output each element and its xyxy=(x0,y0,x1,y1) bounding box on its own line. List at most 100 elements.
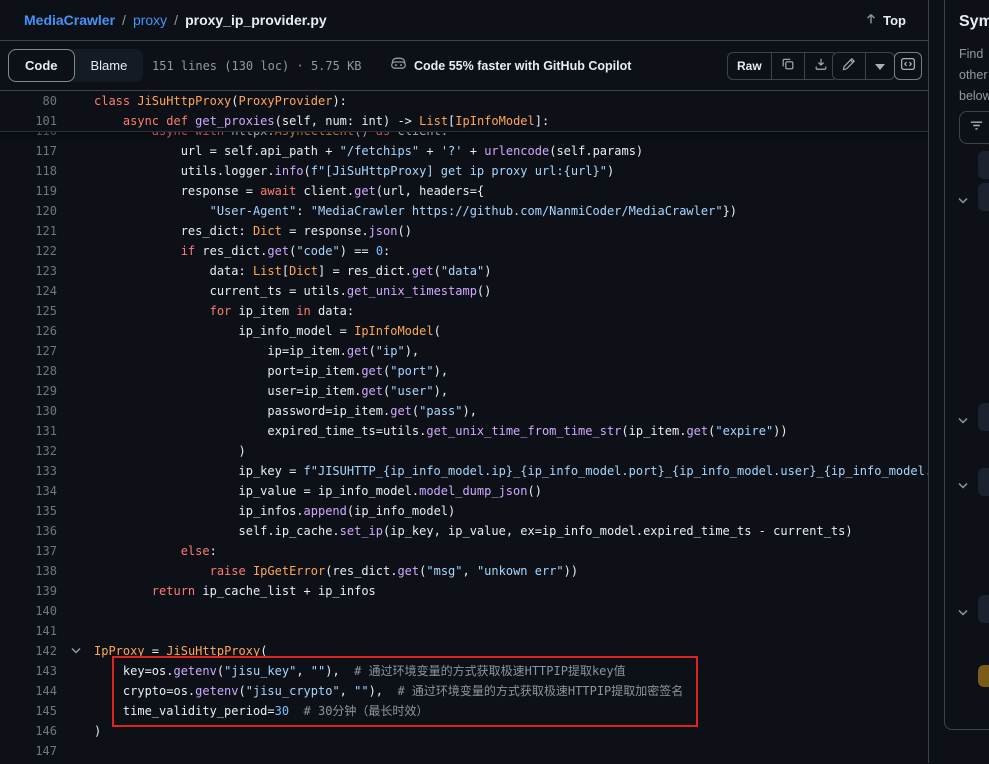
chevron-down-icon[interactable] xyxy=(957,604,971,616)
code-text: expired_time_ts=utils.get_unix_time_from… xyxy=(94,421,788,441)
symbols-filter-button[interactable] xyxy=(959,111,989,144)
code-line: 126 ip_info_model = IpInfoModel( xyxy=(0,321,928,341)
gutter-spacer xyxy=(57,481,94,501)
line-number[interactable]: 128 xyxy=(0,361,57,381)
code-line: 143 key=os.getenv("jisu_key", ""), # 通过环… xyxy=(0,661,928,681)
line-number[interactable]: 144 xyxy=(0,681,57,701)
gutter-spacer xyxy=(57,321,94,341)
gutter-spacer xyxy=(57,261,94,281)
back-to-top-button[interactable]: Top xyxy=(864,0,906,40)
breadcrumb-separator: / xyxy=(174,12,178,28)
symbols-description: Find other below xyxy=(959,44,989,107)
gutter-spacer xyxy=(57,201,94,221)
line-number[interactable]: 137 xyxy=(0,541,57,561)
tab-blame[interactable]: Blame xyxy=(75,49,144,82)
code-text: ip=ip_item.get("ip"), xyxy=(94,341,419,361)
line-number[interactable]: 133 xyxy=(0,461,57,481)
line-number[interactable]: 123 xyxy=(0,261,57,281)
line-number[interactable]: 117 xyxy=(0,141,57,161)
code-text: IpProxy = JiSuHttpProxy( xyxy=(94,641,267,661)
line-number[interactable]: 140 xyxy=(0,601,57,621)
code-text: crypto=os.getenv("jisu_crypto", ""), # 通… xyxy=(94,681,683,701)
gutter-spacer xyxy=(57,741,94,761)
line-number[interactable]: 132 xyxy=(0,441,57,461)
raw-button[interactable]: Raw xyxy=(728,53,771,79)
code-text: data: List[Dict] = res_dict.get("data") xyxy=(94,261,491,281)
line-number[interactable]: 147 xyxy=(0,741,57,761)
line-number[interactable]: 138 xyxy=(0,561,57,581)
symbol-item[interactable] xyxy=(978,595,989,623)
line-number[interactable]: 146 xyxy=(0,721,57,741)
line-number[interactable]: 143 xyxy=(0,661,57,681)
chevron-down-icon[interactable] xyxy=(957,477,971,489)
gutter-spacer xyxy=(57,301,94,321)
arrow-up-icon xyxy=(864,12,878,29)
line-number[interactable]: 134 xyxy=(0,481,57,501)
line-number[interactable]: 124 xyxy=(0,281,57,301)
code-line: 133 ip_key = f"JISUHTTP_{ip_info_model.i… xyxy=(0,461,928,481)
line-number[interactable]: 141 xyxy=(0,621,57,641)
code-symbols-icon xyxy=(900,56,916,77)
symbol-item[interactable] xyxy=(978,151,989,179)
copilot-text: Code 55% faster with GitHub Copilot xyxy=(414,59,631,73)
symbol-item[interactable] xyxy=(978,403,989,431)
chevron-down-icon[interactable] xyxy=(957,412,971,424)
download-icon xyxy=(814,57,828,76)
line-number[interactable]: 119 xyxy=(0,181,57,201)
line-number[interactable]: 101 xyxy=(0,111,57,131)
code-line: 144 crypto=os.getenv("jisu_crypto", ""),… xyxy=(0,681,928,701)
line-number[interactable]: 131 xyxy=(0,421,57,441)
line-number[interactable]: 125 xyxy=(0,301,57,321)
line-number[interactable]: 139 xyxy=(0,581,57,601)
code-text: "User-Agent": "MediaCrawler https://gith… xyxy=(94,201,737,221)
code-text: return ip_cache_list + ip_infos xyxy=(94,581,376,601)
copy-button[interactable] xyxy=(771,53,804,79)
code-line: 135 ip_infos.append(ip_info_model) xyxy=(0,501,928,521)
tab-code[interactable]: Code xyxy=(8,49,75,82)
symbol-item[interactable] xyxy=(978,665,989,687)
line-number[interactable]: 136 xyxy=(0,521,57,541)
gutter-spacer xyxy=(57,91,94,111)
line-number[interactable]: 145 xyxy=(0,701,57,721)
edit-menu-button[interactable] xyxy=(865,53,894,79)
code-line: 142 IpProxy = JiSuHttpProxy( xyxy=(0,641,928,661)
line-number[interactable]: 126 xyxy=(0,321,57,341)
chevron-down-icon[interactable] xyxy=(957,192,971,204)
code-line: 122 if res_dict.get("code") == 0: xyxy=(0,241,928,261)
code-pane: 80 class JiSuHttpProxy(ProxyProvider): 101… xyxy=(0,91,928,764)
line-number[interactable]: 142 xyxy=(0,641,57,661)
gutter-spacer xyxy=(57,621,94,641)
code-text: ip_value = ip_info_model.model_dump_json… xyxy=(94,481,542,501)
breadcrumb-repo-link[interactable]: MediaCrawler xyxy=(24,12,115,28)
file-view: MediaCrawler / proxy / proxy_ip_provider… xyxy=(0,0,929,763)
line-number[interactable]: 127 xyxy=(0,341,57,361)
code-line: 146) xyxy=(0,721,928,741)
filter-icon xyxy=(969,118,984,138)
code-text: password=ip_item.get("pass"), xyxy=(94,401,477,421)
line-number[interactable]: 122 xyxy=(0,241,57,261)
gutter-spacer xyxy=(57,721,94,741)
symbol-item[interactable] xyxy=(978,468,989,496)
breadcrumb-dir-link[interactable]: proxy xyxy=(133,12,167,28)
copilot-banner[interactable]: Code 55% faster with GitHub Copilot xyxy=(390,41,631,90)
pencil-icon xyxy=(842,57,856,76)
line-number[interactable]: 135 xyxy=(0,501,57,521)
gutter-spacer xyxy=(57,141,94,161)
line-number[interactable]: 80 xyxy=(0,91,57,111)
code-line: 137 else: xyxy=(0,541,928,561)
collapse-chevron-icon[interactable] xyxy=(57,641,94,661)
gutter-spacer xyxy=(57,111,94,131)
code-line: 117 url = self.api_path + "/fetchips" + … xyxy=(0,141,928,161)
line-number[interactable]: 121 xyxy=(0,221,57,241)
code-text: class JiSuHttpProxy(ProxyProvider): xyxy=(94,91,347,111)
file-header: MediaCrawler / proxy / proxy_ip_provider… xyxy=(0,0,928,41)
line-number[interactable]: 118 xyxy=(0,161,57,181)
code-line: 132 ) xyxy=(0,441,928,461)
symbol-item[interactable] xyxy=(978,183,989,211)
line-number[interactable]: 130 xyxy=(0,401,57,421)
gutter-spacer xyxy=(57,681,94,701)
edit-button[interactable] xyxy=(833,53,865,79)
line-number[interactable]: 120 xyxy=(0,201,57,221)
line-number[interactable]: 129 xyxy=(0,381,57,401)
symbols-panel-toggle[interactable] xyxy=(894,52,922,80)
